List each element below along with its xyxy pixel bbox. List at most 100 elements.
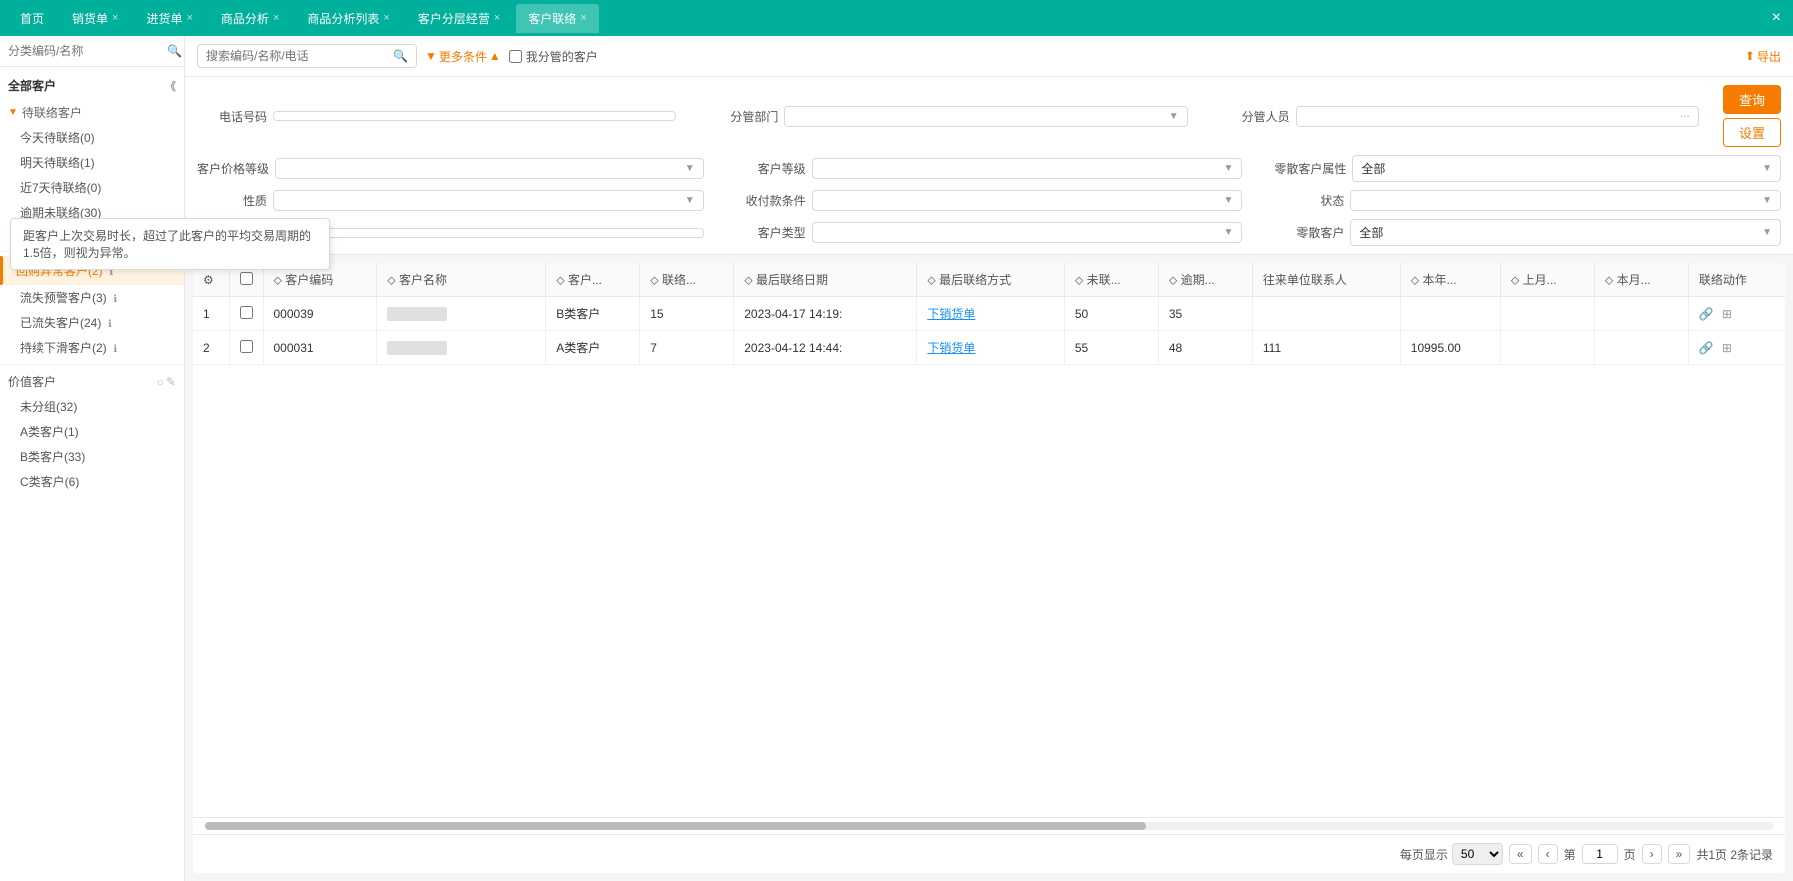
close-all-tabs-button[interactable]: × xyxy=(1772,9,1781,27)
query-button[interactable]: 查询 xyxy=(1723,85,1781,114)
my-customers-checkbox[interactable]: 我分管的客户 xyxy=(509,48,598,65)
horizontal-scrollbar[interactable] xyxy=(193,817,1785,834)
col-this-month[interactable]: ⬦ 本月... xyxy=(1594,263,1688,297)
next-page-button[interactable]: › xyxy=(1642,844,1662,864)
content-area: 🔍 ▼ 更多条件 ▲ 我分管的客户 ⬆ 导出 电话号码 xyxy=(185,36,1793,881)
settings-icon[interactable]: ⚙ xyxy=(203,273,214,287)
retail-customer-input[interactable]: 全部 ▼ xyxy=(1350,219,1781,246)
col-no-contact[interactable]: ⬦ 未联... xyxy=(1064,263,1158,297)
tab-product-list[interactable]: 商品分析列表 × xyxy=(295,4,401,33)
filter-icon: ▼ xyxy=(425,49,437,63)
pen-edit-icon[interactable]: ✎ xyxy=(166,375,176,389)
tab-product-analysis-close[interactable]: × xyxy=(273,12,279,24)
row1-action-link-icon[interactable]: 🔗 xyxy=(1699,307,1714,321)
col-last-contact-method[interactable]: ⬦ 最后联络方式 xyxy=(917,263,1065,297)
manager-input[interactable]: ··· xyxy=(1296,106,1699,127)
customer-type-input[interactable]: ▼ xyxy=(812,222,1243,243)
status-input[interactable]: ▼ xyxy=(1350,190,1781,211)
price-grade-arrow: ▼ xyxy=(685,163,695,174)
row1-contact-method-link[interactable]: 下销货单 xyxy=(927,307,975,321)
sidebar-item-7days[interactable]: 近7天待联络(0) xyxy=(0,175,184,200)
per-page-label: 每页显示 xyxy=(1400,846,1448,863)
sidebar-item-tomorrow[interactable]: 明天待联络(1) xyxy=(0,150,184,175)
circle-edit-icon[interactable]: ○ xyxy=(157,375,164,389)
row1-action-grid-icon[interactable]: ⊞ xyxy=(1722,307,1732,321)
row2-contact-method-link[interactable]: 下销货单 xyxy=(927,341,975,355)
tab-customer-contact-close[interactable]: × xyxy=(580,12,586,24)
row2-action-link-icon[interactable]: 🔗 xyxy=(1699,341,1714,355)
col-lcd-sort: ⬦ xyxy=(744,273,752,287)
sidebar-item-classC[interactable]: C类客户(6) xyxy=(0,469,184,494)
tab-customer-contact[interactable]: 客户联络 × xyxy=(516,4,598,33)
sidebar-group-pending-contact[interactable]: ▼ 待联络客户 xyxy=(0,100,184,125)
col-name[interactable]: ⬦ 客户名称 xyxy=(377,263,546,297)
sidebar-item-already-lost[interactable]: 已流失客户(24) ℹ xyxy=(0,310,184,335)
settings-button[interactable]: 设置 xyxy=(1723,118,1781,147)
prev-page-button[interactable]: ‹ xyxy=(1538,844,1558,864)
row1-checkbox[interactable] xyxy=(229,297,263,331)
tab-product-analysis[interactable]: 商品分析 × xyxy=(209,4,291,33)
scroll-thumb[interactable] xyxy=(205,822,1146,830)
sidebar-item-continuous-decline[interactable]: 持续下滑客户(2) ℹ xyxy=(0,335,184,360)
more-conditions-button[interactable]: ▼ 更多条件 ▲ xyxy=(425,48,501,65)
export-button[interactable]: ⬆ 导出 xyxy=(1745,48,1781,65)
price-grade-input[interactable]: ▼ xyxy=(275,158,704,179)
row1-name-blurred xyxy=(387,307,447,321)
sidebar-item-lost-pre-warning[interactable]: 流失预警客户(3) ℹ xyxy=(0,285,184,310)
sidebar-search-input[interactable] xyxy=(8,44,163,58)
advanced-filter: 电话号码 分管部门 ▼ 分管人员 xyxy=(185,77,1793,255)
row1-last-contact-method[interactable]: 下销货单 xyxy=(917,297,1065,331)
phone-input[interactable] xyxy=(273,111,676,121)
sidebar-divider2 xyxy=(0,364,184,365)
payment-input[interactable]: ▼ xyxy=(812,190,1243,211)
retail-attr-input[interactable]: 全部 ▼ xyxy=(1352,155,1781,182)
sidebar-search-icon[interactable]: 🔍 xyxy=(167,44,182,58)
tab-sales[interactable]: 销货单 × xyxy=(60,4,130,33)
page-input[interactable] xyxy=(1582,844,1618,864)
row2-check[interactable] xyxy=(240,340,253,353)
per-page-selector: 每页显示 50 100 xyxy=(1400,843,1503,865)
col-last-month[interactable]: ⬦ 上月... xyxy=(1500,263,1594,297)
col-contact[interactable]: ⬦ 联络... xyxy=(640,263,734,297)
tab-customer-segment[interactable]: 客户分层经营 × xyxy=(406,4,512,33)
row2-last-month xyxy=(1500,331,1594,365)
col-this-year[interactable]: ⬦ 本年... xyxy=(1400,263,1500,297)
col-unit-contacts[interactable]: 往来单位联系人 xyxy=(1252,263,1400,297)
row1-check[interactable] xyxy=(240,306,253,319)
filter-payment: 收付款条件 ▼ xyxy=(736,190,1243,211)
row2-last-contact-method[interactable]: 下销货单 xyxy=(917,331,1065,365)
tab-home[interactable]: 首页 xyxy=(8,4,56,33)
my-customers-check[interactable] xyxy=(509,50,522,63)
sidebar-item-unclassified[interactable]: 未分组(32) xyxy=(0,394,184,419)
row2-action-grid-icon[interactable]: ⊞ xyxy=(1722,341,1732,355)
dept-input[interactable]: ▼ xyxy=(784,106,1187,127)
filter-status: 状态 ▼ xyxy=(1274,190,1781,211)
sidebar-item-today[interactable]: 今天待联络(0) xyxy=(0,125,184,150)
filter-phone: 电话号码 xyxy=(197,108,676,125)
row2-checkbox[interactable] xyxy=(229,331,263,365)
col-last-contact-date[interactable]: ⬦ 最后联络日期 xyxy=(734,263,917,297)
per-page-select[interactable]: 50 100 xyxy=(1452,843,1503,865)
tab-purchase[interactable]: 进货单 × xyxy=(134,4,204,33)
lost-pre-info-icon: ℹ xyxy=(113,294,117,305)
col-category[interactable]: ⬦ 客户... xyxy=(546,263,640,297)
last-page-button[interactable]: » xyxy=(1668,844,1691,864)
payment-arrow: ▼ xyxy=(1223,195,1233,206)
nature-input[interactable]: ▼ xyxy=(273,190,704,211)
tab-customer-segment-close[interactable]: × xyxy=(494,12,500,24)
search-input[interactable] xyxy=(206,49,389,63)
select-all-checkbox[interactable] xyxy=(240,272,253,285)
filter-row-4: ··· 客户类型 ▼ 零散客户 全部 ▼ xyxy=(197,219,1781,246)
more-dots-input[interactable] xyxy=(273,228,704,238)
tab-sales-close[interactable]: × xyxy=(112,12,118,24)
tab-purchase-close[interactable]: × xyxy=(186,12,192,24)
filter-customer-type: 客户类型 ▼ xyxy=(736,222,1243,243)
sidebar-item-classA[interactable]: A类客户(1) xyxy=(0,419,184,444)
first-page-button[interactable]: « xyxy=(1509,844,1532,864)
row2-contact: 7 xyxy=(640,331,734,365)
sidebar-all-customers[interactable]: 全部客户 《 xyxy=(0,71,184,100)
col-overdue[interactable]: ⬦ 逾期... xyxy=(1158,263,1252,297)
sidebar-item-classB[interactable]: B类客户(33) xyxy=(0,444,184,469)
customer-grade-input[interactable]: ▼ xyxy=(812,158,1243,179)
tab-product-list-close[interactable]: × xyxy=(383,12,389,24)
